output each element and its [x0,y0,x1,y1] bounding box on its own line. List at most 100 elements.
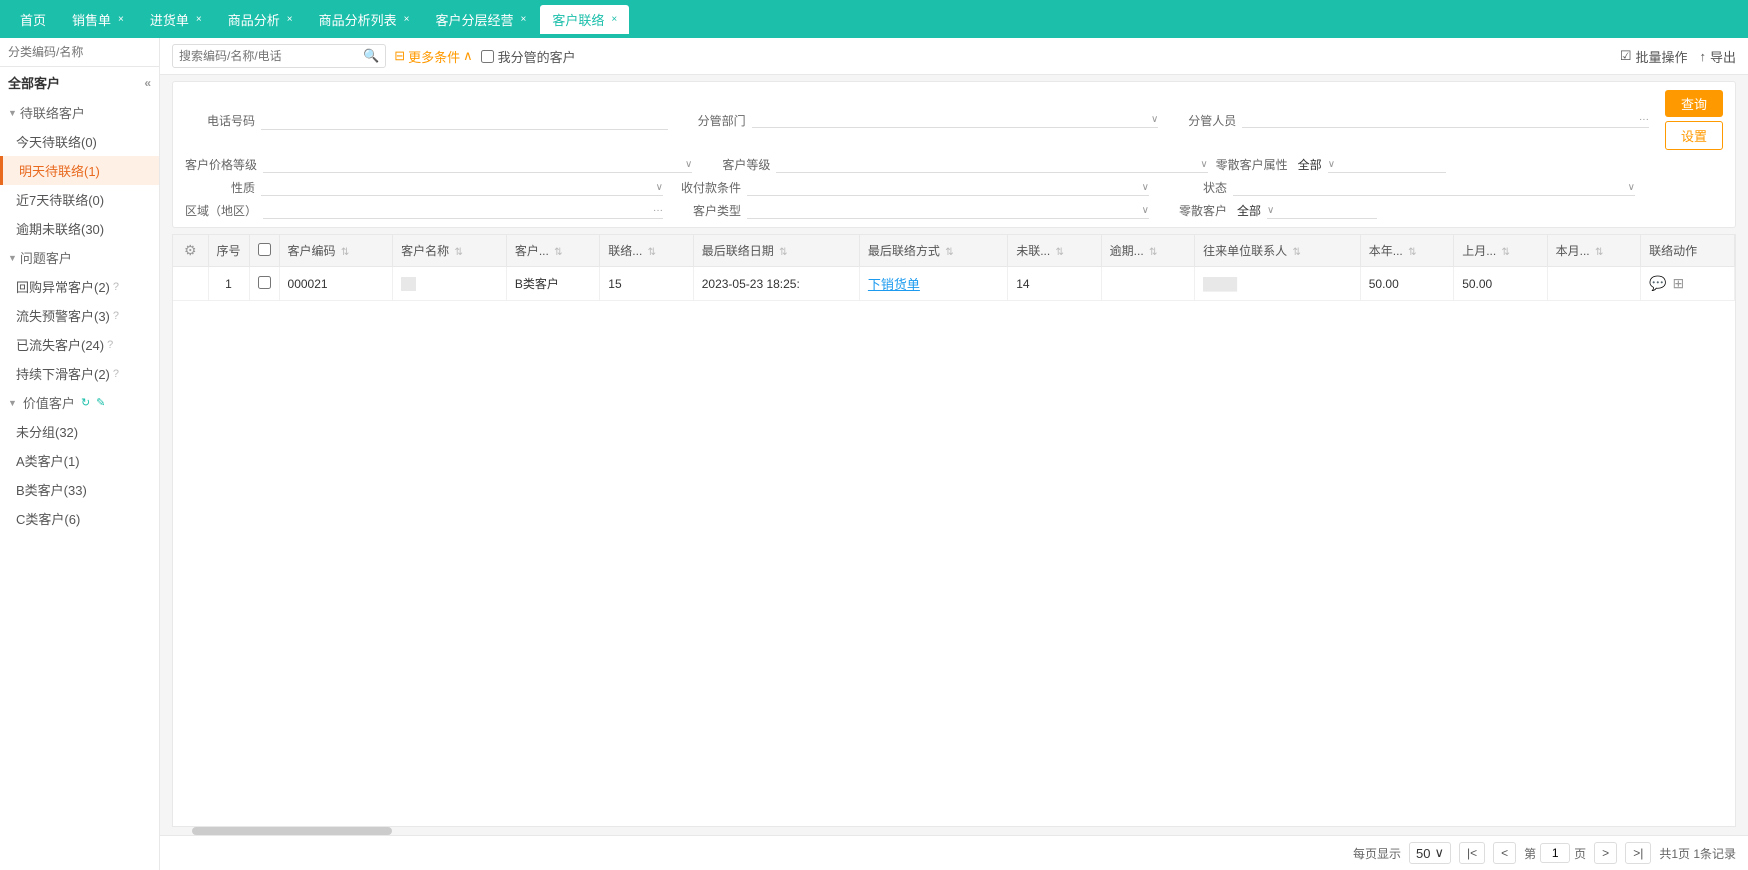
col-last-method[interactable]: 最后联络方式 ⇅ [859,235,1007,267]
action-icon-comment[interactable]: 💬 [1649,275,1666,292]
col-last-date[interactable]: 最后联络日期 ⇅ [693,235,859,267]
col-contact[interactable]: 联络... ⇅ [600,235,693,267]
nav-product-list-close[interactable]: × [404,14,410,25]
sidebar-all-customers[interactable]: 全部客户 « [0,67,159,98]
page-size-select[interactable]: 50 ∨ [1409,842,1451,864]
filter-retail-customer-select[interactable]: ∨ [1267,203,1377,219]
batch-op-button[interactable]: ☑ 批量操作 [1620,47,1688,66]
nav-customer-tier[interactable]: 客户分层经营 × [423,5,538,34]
filter-nature: 性质 ∨ [185,179,663,196]
sidebar-item-ungrouped[interactable]: 未分组(32) [0,417,159,446]
row-last-date-cell: 2023-05-23 18:25: [693,267,859,301]
search-button[interactable]: 🔍 [363,48,379,64]
table-settings-icon[interactable]: ⚙ [184,242,197,258]
row-last-method-link[interactable]: 下销货单 [868,277,920,292]
sidebar-item-c-class[interactable]: C类客户(6) [0,504,159,533]
next-page-btn[interactable]: > [1594,842,1617,864]
region-more-icon[interactable]: ··· [653,205,663,216]
total-records: 共1页 1条记录 [1659,845,1736,862]
page-unit: 页 [1574,845,1586,862]
first-page-btn[interactable]: |< [1459,842,1485,864]
nav-sales-close[interactable]: × [118,14,124,25]
filter-retail-attr-select[interactable]: ∨ [1328,157,1447,173]
sidebar-group-problem[interactable]: 问题客户 [0,243,159,272]
filter-customer-level-select[interactable]: ∨ [776,157,1207,173]
filter-price-level-select[interactable]: ∨ [263,157,692,173]
data-table: ⚙ 序号 客户编码 ⇅ 客户名称 ⇅ 客户... ⇅ 联络... ⇅ 最后联络日… [173,235,1735,301]
filter-person-select[interactable]: ··· [1242,112,1649,128]
sidebar-item-tomorrow[interactable]: 明天待联络(1) [0,156,159,185]
toolbar: 🔍 ⊟ 更多条件 ∧ 我分管的客户 ☑ 批量操作 ↑ 导出 [160,38,1748,75]
col-overdue[interactable]: 逾期... ⇅ [1101,235,1194,267]
action-icon-grid[interactable]: ⊞ [1673,275,1685,292]
filter-status-select[interactable]: ∨ [1233,180,1635,196]
page-num-input[interactable] [1540,843,1570,863]
row-type-cell: B类客户 [506,267,599,301]
nav-product-analysis-list[interactable]: 商品分析列表 × [307,5,422,34]
sidebar-item-lost[interactable]: 已流失客户(24) ? [0,330,159,359]
my-customers-check[interactable] [481,50,494,63]
prev-page-btn[interactable]: < [1493,842,1516,864]
sidebar-search-input[interactable] [8,45,160,59]
col-this-month[interactable]: 本月... ⇅ [1547,235,1640,267]
filter-payment-select[interactable]: ∨ [747,180,1149,196]
select-all-checkbox[interactable] [258,243,271,256]
sidebar-item-declining[interactable]: 持续下滑客户(2) ? [0,359,159,388]
sidebar-item-a-class[interactable]: A类客户(1) [0,446,159,475]
sidebar-group-pending[interactable]: 待联络客户 [0,98,159,127]
nav-sales[interactable]: 销售单 × [60,5,136,34]
sidebar-group-value[interactable]: 价值客户 ↻ ✎ [0,388,159,417]
last-page-btn[interactable]: >| [1625,842,1651,864]
filter-person: 分管人员 ··· [1166,112,1649,129]
nav-customer-contact[interactable]: 客户联络 × [540,5,629,34]
col-settings[interactable]: ⚙ [173,235,208,267]
nav-home[interactable]: 首页 [8,5,58,34]
my-customers-checkbox[interactable]: 我分管的客户 [481,47,576,66]
col-name[interactable]: 客户名称 ⇅ [393,235,507,267]
row-checkbox[interactable] [258,276,271,289]
filter-phone-label: 电话号码 [185,112,255,129]
col-code[interactable]: 客户编码 ⇅ [279,235,393,267]
filter-settings-button[interactable]: 设置 [1665,121,1723,150]
sidebar-item-b-class[interactable]: B类客户(33) [0,475,159,504]
value-refresh-icon[interactable]: ↻ [81,396,90,409]
query-button[interactable]: 查询 [1665,90,1723,117]
row-check-cell [249,267,279,301]
nav-product-analysis-close[interactable]: × [287,14,293,25]
filter-customer-type-label: 客户类型 [671,202,741,219]
sidebar-item-week[interactable]: 近7天待联络(0) [0,185,159,214]
payment-arrow: ∨ [1142,182,1149,193]
export-button[interactable]: ↑ 导出 [1699,47,1736,66]
sidebar-item-today[interactable]: 今天待联络(0) [0,127,159,156]
sidebar-item-warning[interactable]: 流失预警客户(3) ? [0,301,159,330]
value-edit-icon[interactable]: ✎ [96,396,105,409]
sidebar-collapse-icon[interactable]: « [144,76,151,90]
table-header-row: ⚙ 序号 客户编码 ⇅ 客户名称 ⇅ 客户... ⇅ 联络... ⇅ 最后联络日… [173,235,1735,267]
filter-dept-select[interactable]: ∨ [752,112,1159,128]
person-more-icon[interactable]: ··· [1639,114,1649,125]
sidebar-item-abnormal[interactable]: 回购异常客户(2) ? [0,272,159,301]
nav-customer-tier-close[interactable]: × [520,14,526,25]
filter-icon: ⊟ [394,48,405,64]
more-filter-button[interactable]: ⊟ 更多条件 ∧ [394,47,472,66]
col-contact-person[interactable]: 往来单位联系人 ⇅ [1195,235,1361,267]
scroll-thumb[interactable] [192,827,392,835]
col-last-month[interactable]: 上月... ⇅ [1454,235,1547,267]
sidebar-item-overdue[interactable]: 逾期未联络(30) [0,214,159,243]
horizontal-scrollbar[interactable] [172,827,1736,835]
nav-product-analysis[interactable]: 商品分析 × [216,5,305,34]
filter-row-2: 客户价格等级 ∨ 客户等级 ∨ 零散客户属性 全部 [185,156,1723,173]
filter-region-select[interactable]: ··· [263,203,663,219]
col-type[interactable]: 客户... ⇅ [506,235,599,267]
col-this-year[interactable]: 本年... ⇅ [1360,235,1453,267]
search-input[interactable] [179,49,359,63]
filter-retail-attr: 零散客户属性 全部 ∨ [1216,156,1723,173]
filter-customer-type-select[interactable]: ∨ [747,203,1149,219]
nav-purchase-close[interactable]: × [196,14,202,25]
filter-nature-select[interactable]: ∨ [261,180,663,196]
col-no-contact[interactable]: 未联... ⇅ [1008,235,1101,267]
col-check [249,235,279,267]
nav-purchase[interactable]: 进货单 × [138,5,214,34]
filter-phone-input[interactable] [261,111,668,130]
nav-customer-contact-close[interactable]: × [611,14,617,25]
